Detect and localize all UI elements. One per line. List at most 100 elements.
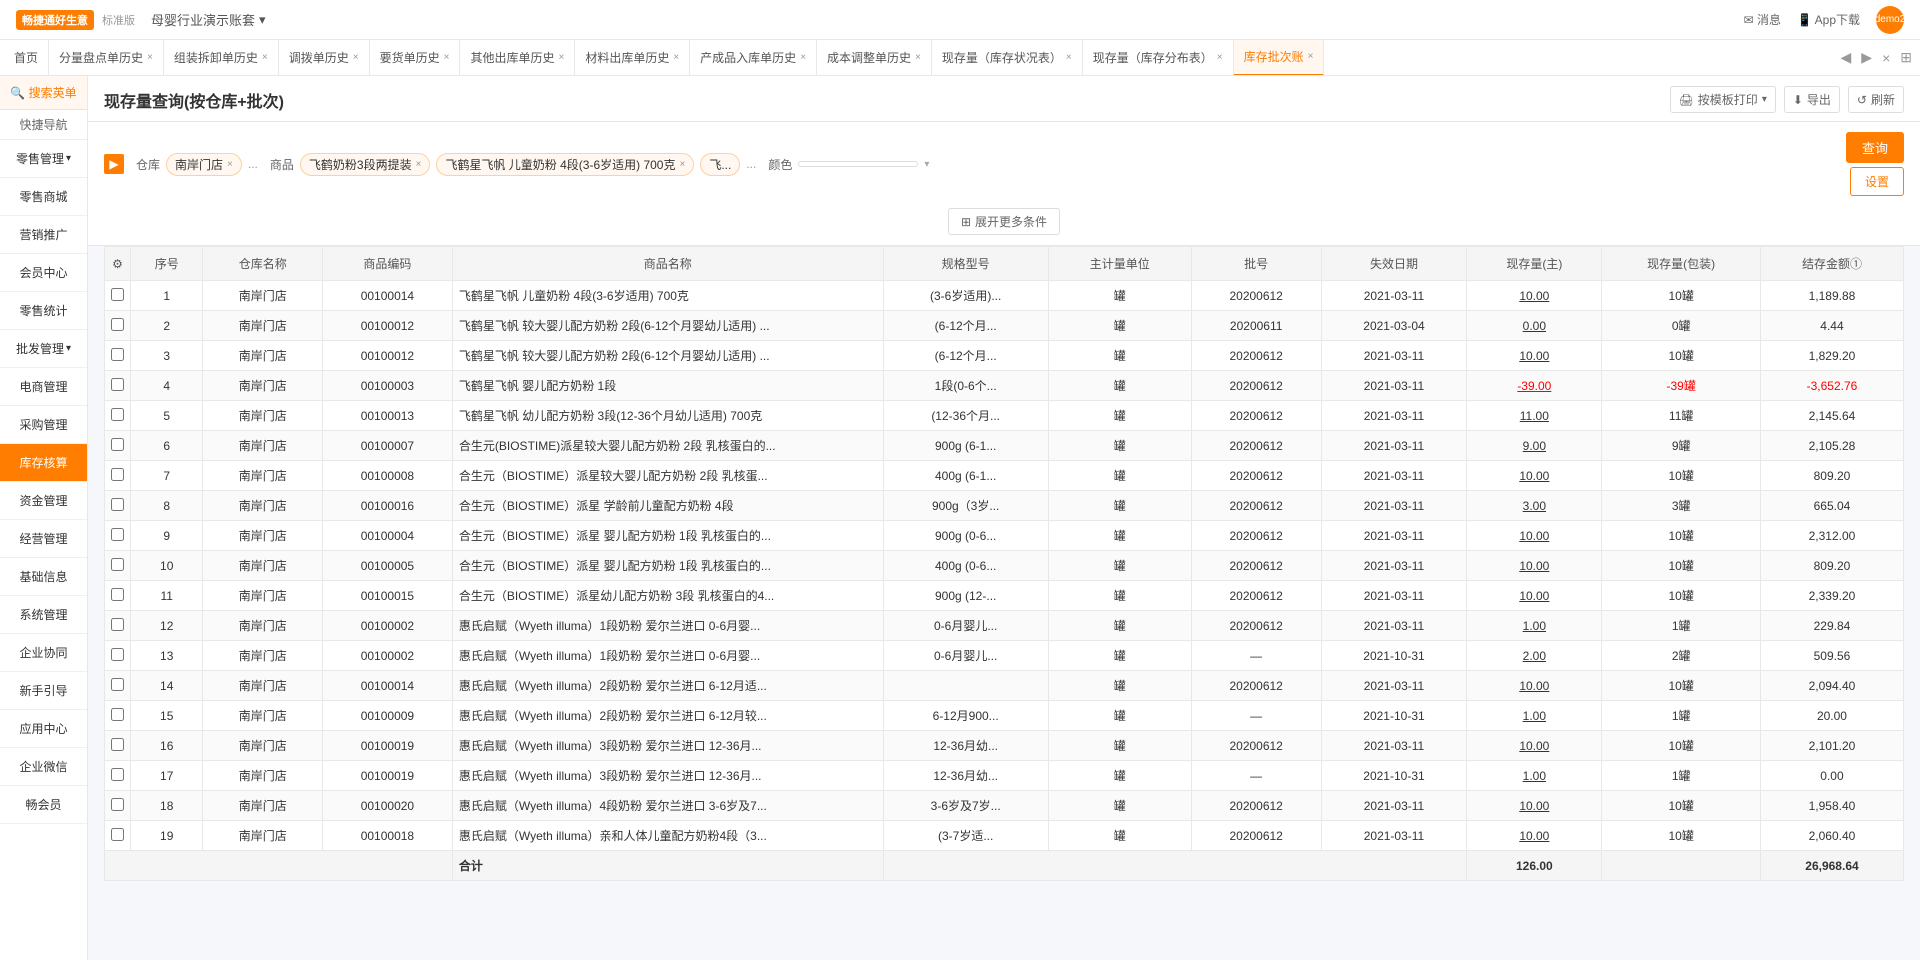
tab-11-active[interactable]: 库存批次账 ×	[1234, 40, 1325, 76]
sidebar-item-retail-store[interactable]: 零售商城	[0, 178, 87, 216]
tab-9[interactable]: 现存量（库存状况表） ×	[932, 40, 1083, 76]
cell-settings[interactable]	[105, 461, 131, 491]
cell-stock-main[interactable]: 10.00	[1467, 551, 1602, 581]
sidebar-search[interactable]: 🔍 搜索英单	[0, 76, 87, 110]
cell-settings[interactable]	[105, 281, 131, 311]
tab-close-all[interactable]: ×	[1878, 50, 1894, 66]
cell-settings[interactable]	[105, 521, 131, 551]
cell-stock-main[interactable]: 2.00	[1467, 641, 1602, 671]
sidebar-item-retail-mgmt[interactable]: 零售管理 ▾	[0, 140, 87, 178]
sidebar-item-operations[interactable]: 经营管理	[0, 520, 87, 558]
cell-stock-main[interactable]: -39.00	[1467, 371, 1602, 401]
cell-settings[interactable]	[105, 401, 131, 431]
tab-10[interactable]: 现存量（库存分布表） ×	[1083, 40, 1234, 76]
tab-close-icon[interactable]: ×	[262, 52, 268, 63]
cell-settings[interactable]	[105, 701, 131, 731]
settings-button[interactable]: 设置	[1850, 167, 1904, 196]
goods-tag-3[interactable]: 飞...	[700, 153, 740, 176]
cell-stock-main[interactable]: 10.00	[1467, 341, 1602, 371]
tab-4[interactable]: 要货单历史 ×	[370, 40, 461, 76]
tab-home[interactable]: 首页	[4, 40, 49, 76]
sidebar-item-finance[interactable]: 资金管理	[0, 482, 87, 520]
sidebar-item-inventory[interactable]: 库存核算	[0, 444, 87, 482]
cell-stock-main[interactable]: 3.00	[1467, 491, 1602, 521]
cell-stock-main[interactable]: 10.00	[1467, 281, 1602, 311]
sidebar-item-member[interactable]: 会员中心	[0, 254, 87, 292]
cell-stock-main[interactable]: 10.00	[1467, 461, 1602, 491]
expand-more-btn[interactable]: ⊞ 展开更多条件	[948, 208, 1060, 235]
sidebar-item-marketing[interactable]: 营销推广	[0, 216, 87, 254]
warehouse-tag-close[interactable]: ×	[227, 159, 233, 170]
tab-close-icon[interactable]: ×	[1066, 52, 1072, 63]
sidebar-item-ecommerce[interactable]: 电商管理	[0, 368, 87, 406]
sidebar-item-guide[interactable]: 新手引导	[0, 672, 87, 710]
sidebar-item-member2[interactable]: 畅会员	[0, 786, 87, 824]
cell-settings[interactable]	[105, 611, 131, 641]
sidebar-item-system[interactable]: 系统管理	[0, 596, 87, 634]
template-print-btn[interactable]: 🖨 按模板打印 ▾	[1670, 86, 1776, 113]
cell-stock-main[interactable]: 1.00	[1467, 611, 1602, 641]
tab-close-icon[interactable]: ×	[915, 52, 921, 63]
cell-settings[interactable]	[105, 491, 131, 521]
sidebar-item-retail-stats[interactable]: 零售统计	[0, 292, 87, 330]
tab-nav-right[interactable]: ▶	[1857, 49, 1876, 66]
tab-5[interactable]: 其他出库单历史 ×	[460, 40, 575, 76]
tab-6[interactable]: 材料出库单历史 ×	[575, 40, 690, 76]
tab-close-icon[interactable]: ×	[673, 52, 679, 63]
warehouse-tag[interactable]: 南岸门店 ×	[166, 153, 242, 176]
sidebar-item-collab[interactable]: 企业协同	[0, 634, 87, 672]
cell-settings[interactable]	[105, 821, 131, 851]
filter-expand-toggle[interactable]: ▶	[104, 154, 124, 174]
sidebar-item-basic-info[interactable]: 基础信息	[0, 558, 87, 596]
search-button[interactable]: 查询	[1846, 132, 1904, 163]
cell-settings[interactable]	[105, 641, 131, 671]
tab-close-icon[interactable]: ×	[558, 52, 564, 63]
export-btn[interactable]: ⬇ 导出	[1784, 86, 1840, 113]
tab-3[interactable]: 调拨单历史 ×	[279, 40, 370, 76]
warehouse-more[interactable]: ...	[248, 157, 258, 171]
user-avatar[interactable]: demo2	[1876, 6, 1904, 34]
cell-stock-main[interactable]: 1.00	[1467, 701, 1602, 731]
tab-nav-left[interactable]: ◀	[1837, 49, 1856, 66]
cell-stock-main[interactable]: 0.00	[1467, 311, 1602, 341]
sidebar-item-weixin[interactable]: 企业微信	[0, 748, 87, 786]
cell-settings[interactable]	[105, 671, 131, 701]
sidebar-item-wholesale[interactable]: 批发管理 ▾	[0, 330, 87, 368]
tab-close-icon[interactable]: ×	[147, 52, 153, 63]
tab-close-icon[interactable]: ×	[1217, 52, 1223, 63]
cell-stock-main[interactable]: 10.00	[1467, 791, 1602, 821]
sidebar-item-app-center[interactable]: 应用中心	[0, 710, 87, 748]
cell-stock-main[interactable]: 1.00	[1467, 761, 1602, 791]
cell-stock-main[interactable]: 10.00	[1467, 581, 1602, 611]
cell-settings[interactable]	[105, 791, 131, 821]
goods-tag-close-2[interactable]: ×	[679, 159, 685, 170]
app-download-btn[interactable]: 📱 App下载	[1797, 11, 1860, 28]
tab-close-icon[interactable]: ×	[353, 52, 359, 63]
cell-stock-main[interactable]: 10.00	[1467, 731, 1602, 761]
cell-stock-main[interactable]: 11.00	[1467, 401, 1602, 431]
refresh-btn[interactable]: ↺ 刷新	[1848, 86, 1904, 113]
tab-close-icon[interactable]: ×	[1308, 51, 1314, 62]
cell-stock-main[interactable]: 10.00	[1467, 671, 1602, 701]
tab-1[interactable]: 分量盘点单历史 ×	[49, 40, 164, 76]
cell-settings[interactable]	[105, 431, 131, 461]
col-settings-header[interactable]: ⚙	[105, 247, 131, 281]
cell-stock-main[interactable]: 10.00	[1467, 521, 1602, 551]
goods-tag-close-1[interactable]: ×	[416, 159, 422, 170]
cell-stock-main[interactable]: 9.00	[1467, 431, 1602, 461]
org-selector[interactable]: 母婴行业演示账套 ▾	[143, 10, 274, 29]
cell-settings[interactable]	[105, 371, 131, 401]
goods-tag-1[interactable]: 飞鹤奶粉3段两提装 ×	[300, 153, 431, 176]
color-input[interactable]	[798, 161, 918, 167]
tab-7[interactable]: 产成品入库单历史 ×	[690, 40, 817, 76]
sidebar-nav[interactable]: 快捷导航	[0, 110, 87, 140]
cell-settings[interactable]	[105, 581, 131, 611]
goods-tag-2[interactable]: 飞鹤星飞帆 儿童奶粉 4段(3-6岁适用) 700克 ×	[436, 153, 694, 176]
tab-2[interactable]: 组装拆卸单历史 ×	[164, 40, 279, 76]
cell-settings[interactable]	[105, 761, 131, 791]
tab-more[interactable]: ⊞	[1896, 49, 1916, 66]
cell-settings[interactable]	[105, 551, 131, 581]
tab-close-icon[interactable]: ×	[800, 52, 806, 63]
message-btn[interactable]: ✉ 消息	[1744, 11, 1781, 28]
cell-stock-main[interactable]: 10.00	[1467, 821, 1602, 851]
